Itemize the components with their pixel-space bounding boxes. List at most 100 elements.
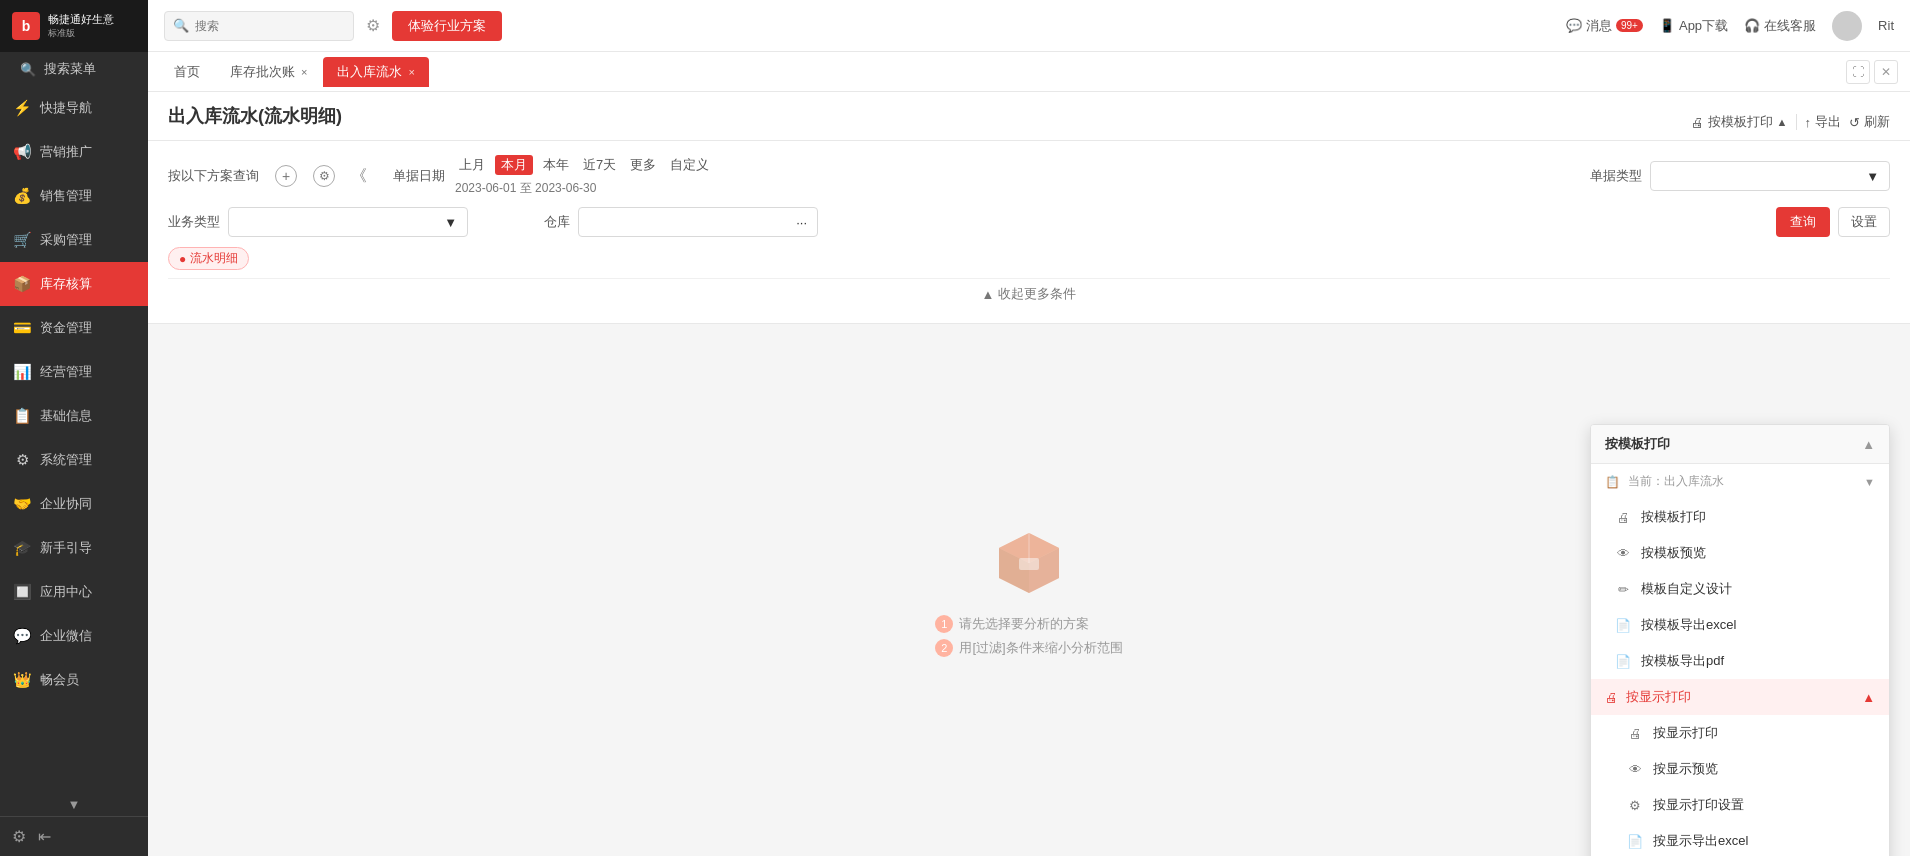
date-this-month[interactable]: 本月	[495, 155, 533, 175]
tab-stock-batch[interactable]: 库存批次账 ×	[216, 57, 321, 87]
settings-icon[interactable]: ⚙	[12, 827, 26, 846]
dropdown-close-icon[interactable]: ▲	[1862, 437, 1875, 452]
refresh-button[interactable]: ↺ 刷新	[1849, 113, 1890, 131]
date-7days[interactable]: 近7天	[579, 155, 620, 175]
tab-stock-flow[interactable]: 出入库流水 ×	[323, 57, 428, 87]
sidebar: b 畅捷通好生意 标准版 🔍 搜索菜单 ⚡ 快捷导航 📢 营销推广 💰 销售管理…	[0, 0, 148, 856]
tab-close-all-button[interactable]: ✕	[1874, 60, 1898, 84]
sidebar-item-quick-nav[interactable]: ⚡ 快捷导航	[0, 86, 148, 130]
nav-label-member: 畅会员	[40, 671, 79, 689]
nav-label-basic: 基础信息	[40, 407, 92, 425]
dropdown-display-preview[interactable]: 👁 按显示预览	[1591, 751, 1889, 787]
export-icon: ↑	[1805, 115, 1812, 130]
nav-icon-marketing: 📢	[12, 142, 32, 162]
online-service-button[interactable]: 🎧 在线客服	[1744, 17, 1816, 35]
tab-home[interactable]: 首页	[160, 57, 214, 87]
collapse-icon: ▲	[982, 287, 995, 302]
nav-label-marketing: 营销推广	[40, 143, 92, 161]
sidebar-item-inventory[interactable]: 📦 库存核算	[0, 262, 148, 306]
search-icon: 🔍	[20, 62, 36, 77]
dropdown-display-print[interactable]: 🖨 按显示打印	[1591, 715, 1889, 751]
dropdown-template-print[interactable]: 🖨 按模板打印	[1591, 499, 1889, 535]
settings-button[interactable]: 设置	[1838, 207, 1890, 237]
sidebar-nav: ⚡ 快捷导航 📢 营销推广 💰 销售管理 🛒 采购管理 📦 库存核算 💳 资金管…	[0, 86, 148, 793]
dropdown-display-excel[interactable]: 📄 按显示导出excel	[1591, 823, 1889, 856]
page-header: 出入库流水(流水明细) 🖨 按模板打印 ▲ ↑ 导出	[148, 92, 1910, 141]
topbar-search-box[interactable]: 🔍	[164, 11, 354, 41]
doc-type-select[interactable]: ▼	[1650, 161, 1890, 191]
warehouse-select[interactable]: ···	[578, 207, 818, 237]
app-icon: 📱	[1659, 18, 1675, 33]
sidebar-item-operation[interactable]: 📊 经营管理	[0, 350, 148, 394]
doc-type-label: 单据类型	[1590, 167, 1642, 185]
dropdown-template-pdf[interactable]: 📄 按模板导出pdf	[1591, 643, 1889, 679]
date-this-year[interactable]: 本年	[539, 155, 573, 175]
filter-settings-button[interactable]: ⚙	[313, 165, 335, 187]
topbar-gear-icon[interactable]: ⚙	[366, 16, 380, 35]
filter-label: 按以下方案查询	[168, 167, 259, 185]
display-section-arrow: ▲	[1862, 690, 1875, 705]
username-label[interactable]: Rit	[1878, 18, 1894, 33]
filter-tag[interactable]: ● 流水明细	[168, 247, 249, 270]
nav-icon-basic: 📋	[12, 406, 32, 426]
sidebar-item-app-center[interactable]: 🔲 应用中心	[0, 570, 148, 614]
nav-icon-app-center: 🔲	[12, 582, 32, 602]
tabs-bar: 首页 库存批次账 × 出入库流水 × ⛶ ✕	[148, 52, 1910, 92]
nav-icon-member: 👑	[12, 670, 32, 690]
print-icon: 🖨	[1691, 115, 1704, 130]
nav-icon-wechat: 💬	[12, 626, 32, 646]
date-range-display: 2023-06-01 至 2023-06-30	[455, 180, 713, 197]
tab-stock-batch-close[interactable]: ×	[301, 66, 307, 78]
sidebar-item-purchase[interactable]: 🛒 采购管理	[0, 218, 148, 262]
nav-label-quick-nav: 快捷导航	[40, 99, 92, 117]
sidebar-item-collab[interactable]: 🤝 企业协同	[0, 482, 148, 526]
collapse-row[interactable]: ▲ 收起更多条件	[168, 278, 1890, 309]
print-arrow-icon: ▲	[1777, 116, 1788, 128]
dropdown-current[interactable]: 📋 当前：出入库流水 ▼	[1591, 464, 1889, 499]
nav-label-wechat: 企业微信	[40, 627, 92, 645]
date-more[interactable]: 更多	[626, 155, 660, 175]
nav-label-operation: 经营管理	[40, 363, 92, 381]
nav-icon-operation: 📊	[12, 362, 32, 382]
sidebar-item-guide[interactable]: 🎓 新手引导	[0, 526, 148, 570]
dropdown-template-custom[interactable]: ✏ 模板自定义设计	[1591, 571, 1889, 607]
template-excel-icon: 📄	[1615, 617, 1631, 633]
sidebar-item-wechat[interactable]: 💬 企业微信	[0, 614, 148, 658]
message-button[interactable]: 💬 消息 99+	[1566, 17, 1643, 35]
date-custom[interactable]: 自定义	[666, 155, 713, 175]
empty-text: 1 请先选择要分析的方案 2 用[过滤]条件来缩小分析范围	[935, 615, 1122, 657]
sidebar-item-marketing[interactable]: 📢 营销推广	[0, 130, 148, 174]
query-button[interactable]: 查询	[1776, 207, 1830, 237]
template-print-button[interactable]: 🖨 按模板打印 ▲	[1691, 113, 1788, 131]
search-menu-item[interactable]: 🔍 搜索菜单	[0, 52, 148, 86]
user-avatar[interactable]	[1832, 11, 1862, 41]
nav-icon-purchase: 🛒	[12, 230, 32, 250]
sidebar-item-finance[interactable]: 💳 资金管理	[0, 306, 148, 350]
sidebar-item-sales[interactable]: 💰 销售管理	[0, 174, 148, 218]
filter-collapse-icon[interactable]: 《	[351, 166, 367, 187]
tab-stock-flow-close[interactable]: ×	[408, 66, 414, 78]
sidebar-bottom: ⚙ ⇤	[0, 816, 148, 856]
dropdown-template-excel[interactable]: 📄 按模板导出excel	[1591, 607, 1889, 643]
sidebar-item-basic[interactable]: 📋 基础信息	[0, 394, 148, 438]
app-download-button[interactable]: 📱 App下载	[1659, 17, 1728, 35]
sidebar-item-member[interactable]: 👑 畅会员	[0, 658, 148, 702]
dropdown-template-preview[interactable]: 👁 按模板预览	[1591, 535, 1889, 571]
nav-icon-collab: 🤝	[12, 494, 32, 514]
message-icon: 💬	[1566, 18, 1582, 33]
date-last-month[interactable]: 上月	[455, 155, 489, 175]
export-button[interactable]: ↑ 导出	[1805, 113, 1842, 131]
sidebar-item-system[interactable]: ⚙ 系统管理	[0, 438, 148, 482]
nav-label-guide: 新手引导	[40, 539, 92, 557]
dropdown-display-section[interactable]: 🖨 按显示打印 ▲	[1591, 679, 1889, 715]
dropdown-display-settings[interactable]: ⚙ 按显示打印设置	[1591, 787, 1889, 823]
sidebar-scroll-down[interactable]: ▼	[0, 793, 148, 816]
trial-industry-button[interactable]: 体验行业方案	[392, 11, 502, 41]
topbar-search-input[interactable]	[195, 19, 345, 33]
collapse-icon[interactable]: ⇤	[38, 827, 51, 846]
filter-add-button[interactable]: +	[275, 165, 297, 187]
biz-type-select[interactable]: ▼	[228, 207, 468, 237]
tab-maximize-button[interactable]: ⛶	[1846, 60, 1870, 84]
template-preview-icon: 👁	[1615, 545, 1631, 561]
nav-label-app-center: 应用中心	[40, 583, 92, 601]
